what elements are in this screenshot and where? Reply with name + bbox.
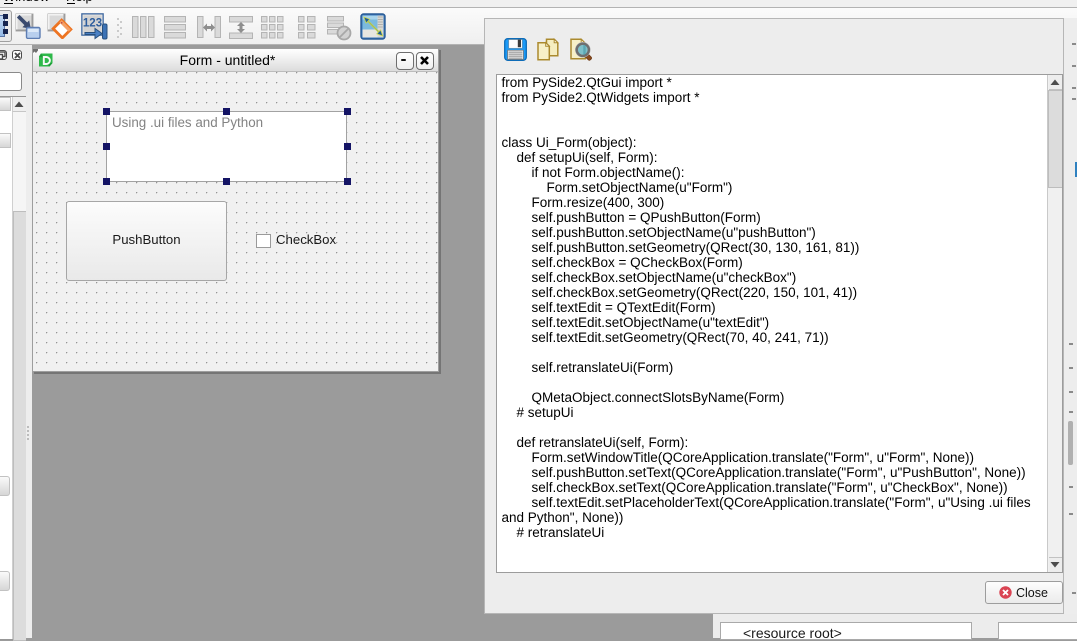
svg-text:123: 123 bbox=[83, 18, 102, 30]
